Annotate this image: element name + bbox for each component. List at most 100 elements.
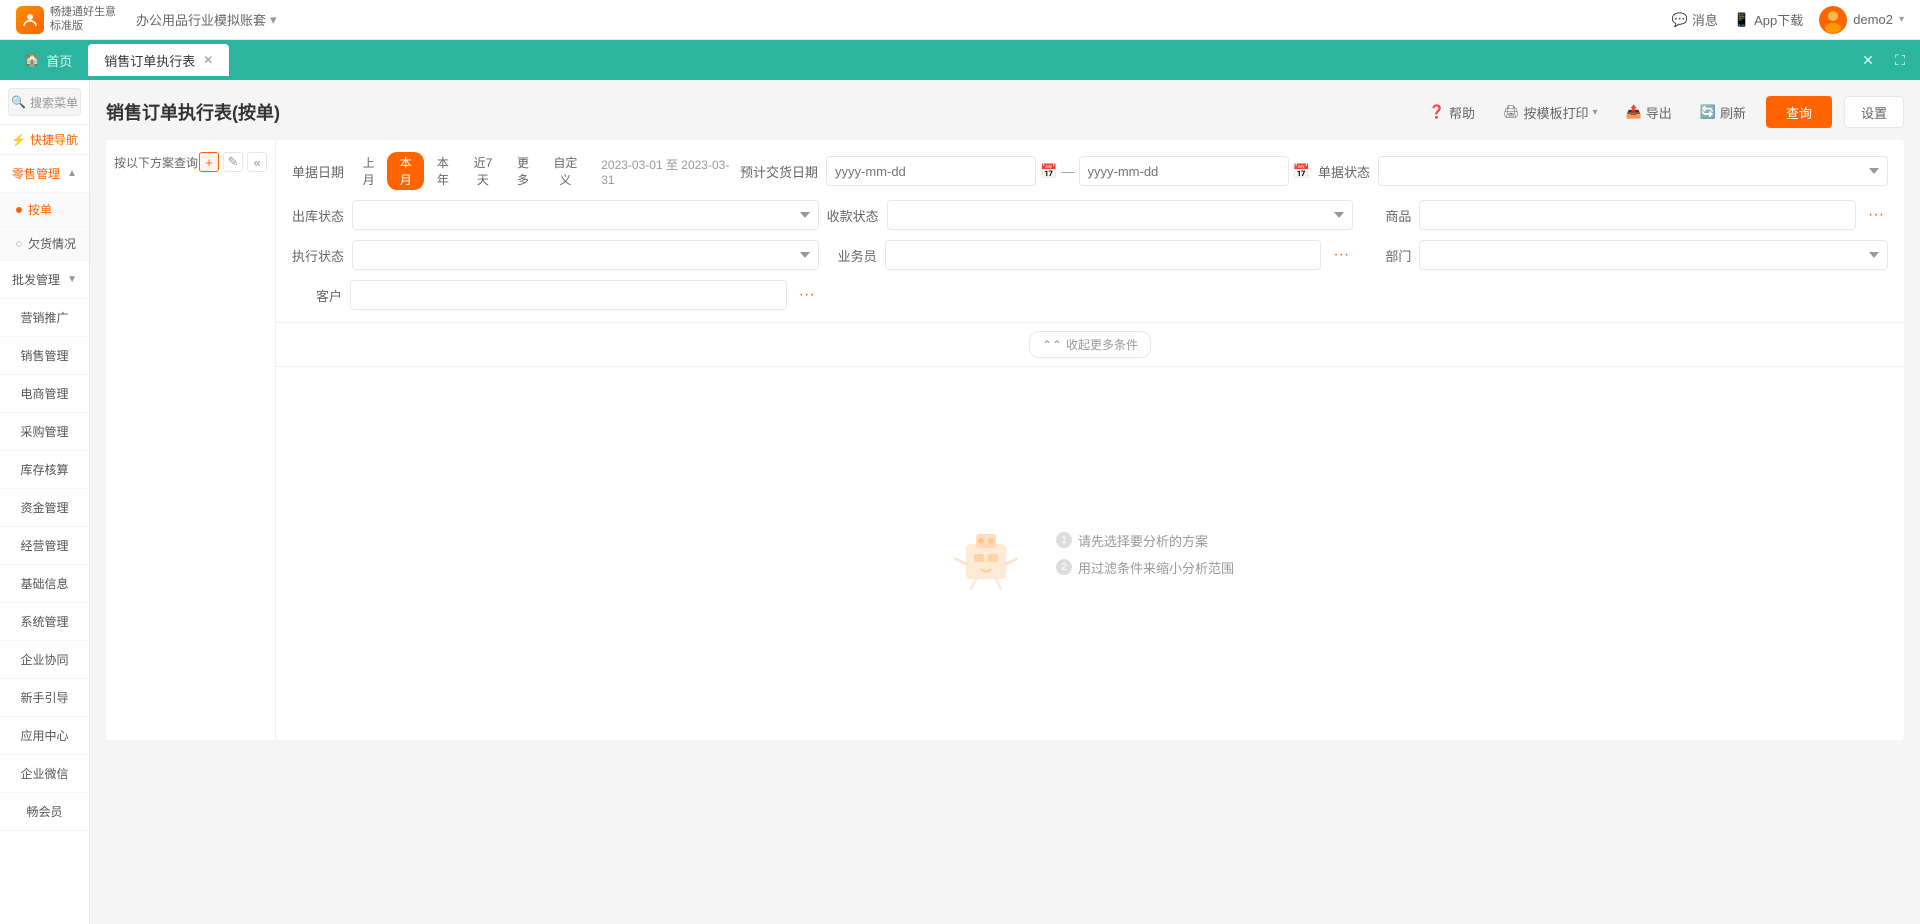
sidebar-search-area: 🔍 搜索菜单 <box>0 80 89 125</box>
more-button[interactable]: 更多 <box>504 152 541 190</box>
sidebar-item-apps[interactable]: 应用中心 <box>0 717 89 755</box>
sidebar-sub-item-order[interactable]: 按单 <box>0 193 89 227</box>
sidebar-item-finance[interactable]: 资金管理 <box>0 489 89 527</box>
export-button[interactable]: 📤 导出 <box>1618 99 1680 126</box>
print-button[interactable]: 🖨 按模板打印 ▾ <box>1495 99 1606 126</box>
app-download-button[interactable]: 📱 App下载 <box>1734 10 1803 29</box>
user-menu[interactable]: demo2 ▾ <box>1819 6 1904 34</box>
this-month-button[interactable]: 本月 <box>387 152 424 190</box>
sidebar-item-wechat[interactable]: 企业微信 <box>0 755 89 793</box>
tab-close-icon[interactable]: ✕ <box>203 53 213 67</box>
help-icon: ❓ <box>1429 104 1445 120</box>
calendar-end-icon[interactable]: 📅 <box>1293 163 1310 180</box>
filter-row-1: 单据日期 上月 本月 本年 近7天 更多 自定义 2023-03-01 至 20… <box>292 152 1888 190</box>
customer-more-icon[interactable]: ··· <box>795 286 819 304</box>
outbound-status-select[interactable] <box>352 200 819 230</box>
quick-nav-button[interactable]: ⚡ 快捷导航 <box>0 125 89 155</box>
sidebar-sub-item-arrears[interactable]: 欠货情况 <box>0 227 89 261</box>
collection-status-select[interactable] <box>887 200 1354 230</box>
top-bar-right: 💬 消息 📱 App下载 demo2 ▾ <box>1672 6 1904 34</box>
user-dropdown-icon: ▾ <box>1899 14 1904 25</box>
filter-row-3: 执行状态 业务员 ··· <box>292 240 1888 270</box>
message-icon: 💬 <box>1672 12 1688 28</box>
page-title: 销售订单执行表(按单) <box>106 99 280 125</box>
custom-button[interactable]: 自定义 <box>542 152 590 190</box>
help-button[interactable]: ❓ 帮助 <box>1421 99 1483 126</box>
page-actions: ❓ 帮助 🖨 按模板打印 ▾ 📤 导出 🔄 刷新 <box>1421 96 1904 128</box>
settings-button[interactable]: 设置 <box>1844 96 1904 128</box>
content-with-left: 按以下方案查询 + ✎ « <box>106 140 1904 740</box>
sidebar-item-sales[interactable]: 销售管理 <box>0 337 89 375</box>
filter-item-customer: 客户 ··· <box>292 280 819 310</box>
tab-home[interactable]: 🏠 首页 <box>8 44 88 76</box>
last-month-button[interactable]: 上月 <box>350 152 387 190</box>
sidebar-item-enterprise[interactable]: 企业协同 <box>0 641 89 679</box>
refresh-button[interactable]: 🔄 刷新 <box>1692 99 1754 126</box>
filter-top: 单据日期 上月 本月 本年 近7天 更多 自定义 2023-03-01 至 20… <box>276 140 1904 323</box>
left-filter-header: 按以下方案查询 + ✎ « <box>114 152 267 172</box>
print-dropdown-icon: ▾ <box>1593 107 1598 118</box>
content-area: 销售订单执行表(按单) ❓ 帮助 🖨 按模板打印 ▾ 📤 导出 <box>90 80 1920 924</box>
message-button[interactable]: 💬 消息 <box>1672 10 1718 29</box>
sidebar-item-ecommerce[interactable]: 电商管理 <box>0 375 89 413</box>
sidebar-item-operations[interactable]: 经营管理 <box>0 527 89 565</box>
filter-item-date: 单据日期 上月 本月 本年 近7天 更多 自定义 2023-03-01 至 20… <box>292 152 732 190</box>
sidebar-item-inventory[interactable]: 库存核算 <box>0 451 89 489</box>
empty-tip-1: 1 请先选择要分析的方案 <box>1056 531 1234 550</box>
sidebar-item-system[interactable]: 系统管理 <box>0 603 89 641</box>
expected-date-start[interactable] <box>826 156 1036 186</box>
dept-select-wrapper <box>1419 240 1888 270</box>
sidebar-item-wholesale[interactable]: 批发管理 ▼ <box>0 261 89 299</box>
logo-text: 畅捷通好生意 标准版 <box>50 6 116 32</box>
active-dot-icon <box>16 207 22 213</box>
sidebar-item-member[interactable]: 畅会员 <box>0 793 89 831</box>
tab-bar-actions: ✕ ⛶ <box>1856 48 1912 72</box>
this-year-button[interactable]: 本年 <box>424 152 461 190</box>
edit-icon: ✎ <box>228 154 239 170</box>
filter-item-salesperson: 业务员 ··· <box>827 240 1354 270</box>
tab-minimize-button[interactable]: ✕ <box>1856 48 1880 72</box>
add-icon: + <box>205 155 213 170</box>
customer-input[interactable] <box>350 280 787 310</box>
empty-tip-2: 2 用过滤条件来缩小分析范围 <box>1056 558 1234 577</box>
last7days-button[interactable]: 近7天 <box>461 152 504 190</box>
tab-maximize-button[interactable]: ⛶ <box>1888 48 1912 72</box>
chevron-up-icon: ▲ <box>67 168 77 179</box>
doc-status-select-wrapper <box>1378 156 1888 186</box>
top-bar: 畅捷通好生意 标准版 办公用品行业模拟账套 ▾ 💬 消息 📱 App下载 dem… <box>0 0 1920 40</box>
sidebar-item-retail[interactable]: 零售管理 ▲ <box>0 155 89 193</box>
goods-input[interactable] <box>1419 200 1856 230</box>
add-scheme-button[interactable]: + <box>199 152 219 172</box>
collapse-conditions-button[interactable]: ⌃⌃ 收起更多条件 <box>1029 331 1151 358</box>
breadcrumb-arrow: ▾ <box>270 12 277 28</box>
tab-bar: 🏠 首页 销售订单执行表 ✕ ✕ ⛶ <box>0 40 1920 80</box>
tab-sales-order[interactable]: 销售订单执行表 ✕ <box>88 44 229 76</box>
query-button[interactable]: 查询 <box>1766 96 1832 128</box>
sidebar-item-basic[interactable]: 基础信息 <box>0 565 89 603</box>
export-icon: 📤 <box>1626 104 1642 120</box>
doc-status-select[interactable] <box>1378 156 1888 186</box>
goods-more-icon[interactable]: ··· <box>1864 206 1888 224</box>
nav-icon: ⚡ <box>11 133 26 147</box>
filter-item-expected-date: 预计交货日期 📅 — 📅 <box>740 156 1310 186</box>
exec-status-select[interactable] <box>352 240 819 270</box>
collapse-panel-button[interactable]: « <box>247 152 267 172</box>
calendar-start-icon[interactable]: 📅 <box>1040 163 1057 180</box>
sidebar-item-marketing[interactable]: 营销推广 <box>0 299 89 337</box>
sidebar-item-guide[interactable]: 新手引导 <box>0 679 89 717</box>
dept-select[interactable] <box>1419 240 1888 270</box>
search-menu-button[interactable]: 🔍 搜索菜单 <box>8 88 81 116</box>
avatar <box>1819 6 1847 34</box>
search-icon: 🔍 <box>11 95 26 109</box>
expected-date-end[interactable] <box>1079 156 1289 186</box>
outbound-select-wrapper <box>352 200 819 230</box>
empty-tips: 1 请先选择要分析的方案 2 用过滤条件来缩小分析范围 <box>1056 531 1234 577</box>
filter-item-exec-status: 执行状态 <box>292 240 819 270</box>
left-filter-icons: + ✎ « <box>199 152 267 172</box>
salesperson-more-icon[interactable]: ··· <box>1329 246 1353 264</box>
edit-scheme-button[interactable]: ✎ <box>223 152 243 172</box>
salesperson-input[interactable] <box>885 240 1322 270</box>
filter-content: 单据日期 上月 本月 本年 近7天 更多 自定义 2023-03-01 至 20… <box>276 140 1904 740</box>
chevron-down-icon: ▼ <box>67 274 77 285</box>
sidebar-item-purchase[interactable]: 采购管理 <box>0 413 89 451</box>
